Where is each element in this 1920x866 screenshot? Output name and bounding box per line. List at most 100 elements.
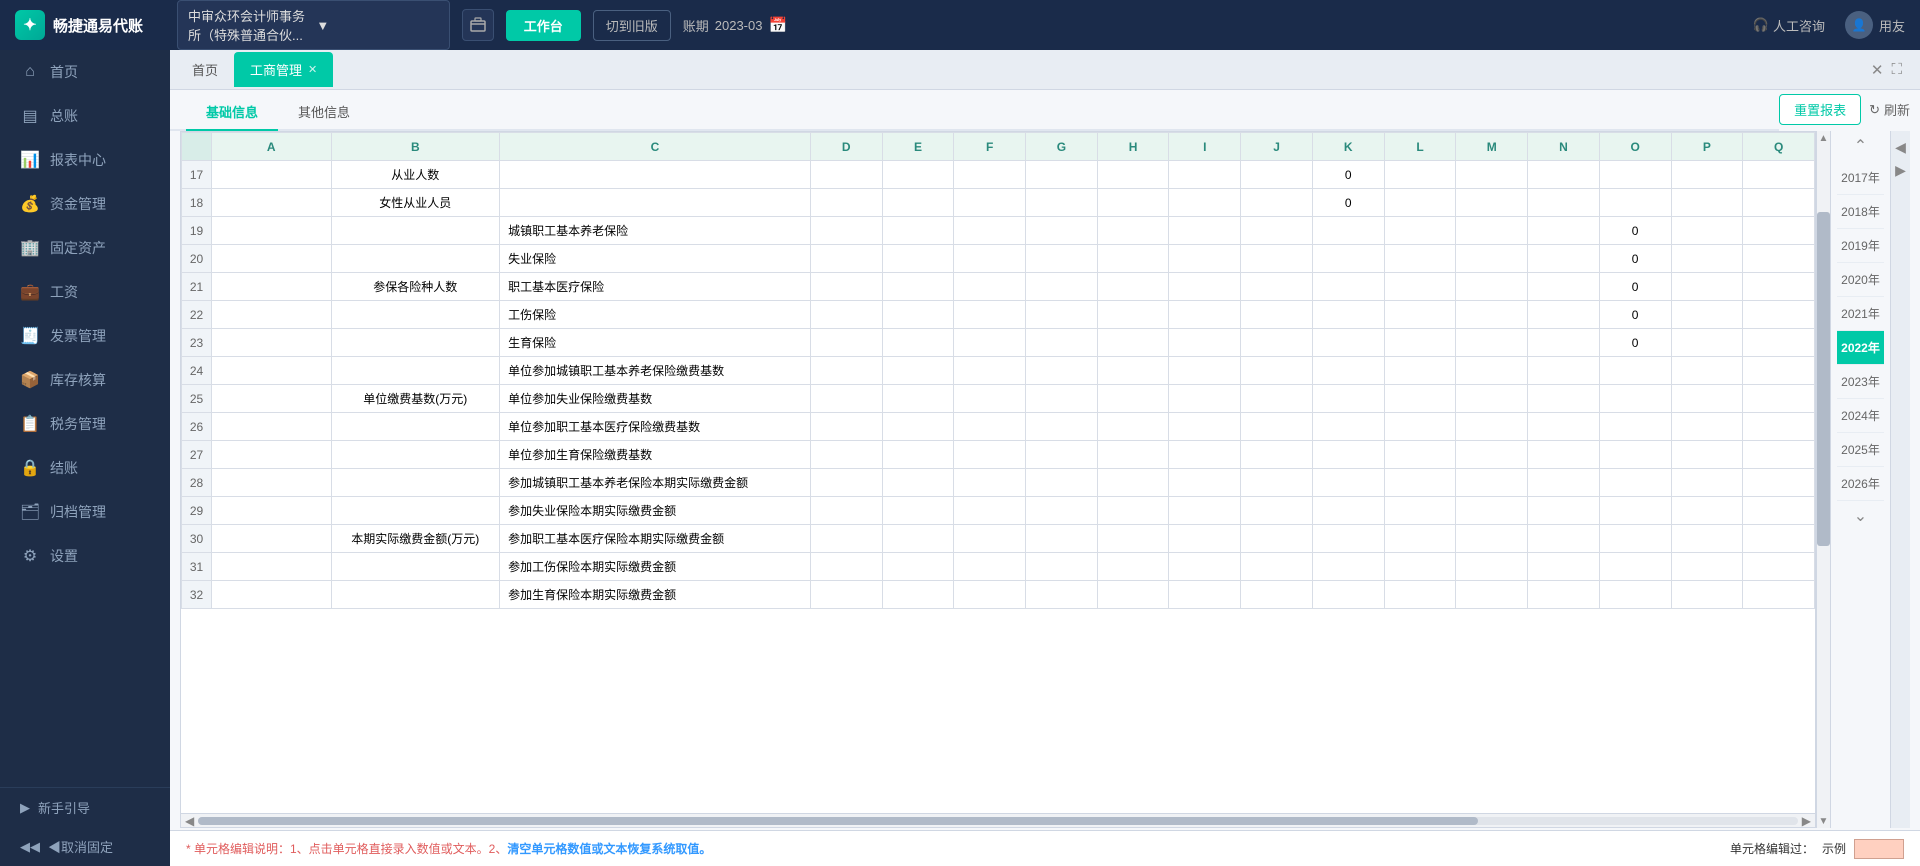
cell-b-20[interactable] bbox=[331, 245, 500, 273]
cell-b-26[interactable] bbox=[331, 413, 500, 441]
cell-a-17[interactable] bbox=[212, 161, 332, 189]
cell-b-18[interactable]: 女性从业人员 bbox=[331, 189, 500, 217]
cell-b-28[interactable] bbox=[331, 469, 500, 497]
sidebar-item-finance[interactable]: 💰 资金管理 bbox=[0, 182, 170, 226]
year-item-2020年[interactable]: 2020年 bbox=[1837, 263, 1884, 297]
cell-o-21[interactable]: 0 bbox=[1599, 273, 1671, 301]
cell-q-27[interactable] bbox=[1743, 441, 1815, 469]
cell-b-32[interactable] bbox=[331, 581, 500, 609]
reset-button[interactable]: 重置报表 bbox=[1779, 94, 1861, 125]
cell-a-22[interactable] bbox=[212, 301, 332, 329]
cell-empty-23-0[interactable] bbox=[810, 329, 882, 357]
cell-c-23[interactable]: 生育保险 bbox=[500, 329, 811, 357]
cell-m-25[interactable] bbox=[1456, 385, 1528, 413]
cell-a-28[interactable] bbox=[212, 469, 332, 497]
year-item-2022年[interactable]: 2022年 bbox=[1837, 331, 1884, 365]
cell-n-28[interactable] bbox=[1528, 469, 1600, 497]
cell-empty-20-3[interactable] bbox=[1026, 245, 1098, 273]
cell-empty-26-1[interactable] bbox=[882, 413, 954, 441]
cell-o-18[interactable] bbox=[1599, 189, 1671, 217]
cell-empty-22-1[interactable] bbox=[882, 301, 954, 329]
cell-q-26[interactable] bbox=[1743, 413, 1815, 441]
cell-empty-31-3[interactable] bbox=[1026, 553, 1098, 581]
cell-empty-27-6[interactable] bbox=[1241, 441, 1313, 469]
cell-l-31[interactable] bbox=[1384, 553, 1456, 581]
cell-c-31[interactable]: 参加工伤保险本期实际缴费金额 bbox=[500, 553, 811, 581]
cell-n-32[interactable] bbox=[1528, 581, 1600, 609]
cell-k-31[interactable] bbox=[1312, 553, 1384, 581]
cell-empty-28-5[interactable] bbox=[1169, 469, 1241, 497]
cell-n-31[interactable] bbox=[1528, 553, 1600, 581]
window-expand-button[interactable]: ⛶ bbox=[1891, 61, 1902, 79]
cell-k-20[interactable] bbox=[1312, 245, 1384, 273]
tab-business[interactable]: 工商管理 ✕ bbox=[234, 52, 333, 87]
sidebar-item-reports[interactable]: 📊 报表中心 bbox=[0, 138, 170, 182]
cell-empty-21-0[interactable] bbox=[810, 273, 882, 301]
cell-n-22[interactable] bbox=[1528, 301, 1600, 329]
cell-empty-19-3[interactable] bbox=[1026, 217, 1098, 245]
cell-empty-31-0[interactable] bbox=[810, 553, 882, 581]
cell-q-29[interactable] bbox=[1743, 497, 1815, 525]
cell-empty-21-2[interactable] bbox=[954, 273, 1026, 301]
cell-k-30[interactable] bbox=[1312, 525, 1384, 553]
cell-empty-17-3[interactable] bbox=[1026, 161, 1098, 189]
cell-m-30[interactable] bbox=[1456, 525, 1528, 553]
cell-o-20[interactable]: 0 bbox=[1599, 245, 1671, 273]
cell-empty-22-2[interactable] bbox=[954, 301, 1026, 329]
cell-m-23[interactable] bbox=[1456, 329, 1528, 357]
cell-c-19[interactable]: 城镇职工基本养老保险 bbox=[500, 217, 811, 245]
cell-a-18[interactable] bbox=[212, 189, 332, 217]
cell-l-27[interactable] bbox=[1384, 441, 1456, 469]
cell-empty-24-2[interactable] bbox=[954, 357, 1026, 385]
cell-c-28[interactable]: 参加城镇职工基本养老保险本期实际缴费金额 bbox=[500, 469, 811, 497]
cell-q-23[interactable] bbox=[1743, 329, 1815, 357]
cell-n-20[interactable] bbox=[1528, 245, 1600, 273]
cell-m-28[interactable] bbox=[1456, 469, 1528, 497]
cell-l-17[interactable] bbox=[1384, 161, 1456, 189]
cell-k-22[interactable] bbox=[1312, 301, 1384, 329]
cell-l-28[interactable] bbox=[1384, 469, 1456, 497]
cell-k-18[interactable]: 0 bbox=[1312, 189, 1384, 217]
cell-empty-26-3[interactable] bbox=[1026, 413, 1098, 441]
year-item-2017年[interactable]: 2017年 bbox=[1837, 161, 1884, 195]
cell-empty-18-5[interactable] bbox=[1169, 189, 1241, 217]
cell-p-32[interactable] bbox=[1671, 581, 1743, 609]
cell-empty-30-5[interactable] bbox=[1169, 525, 1241, 553]
cell-empty-20-6[interactable] bbox=[1241, 245, 1313, 273]
cell-empty-20-0[interactable] bbox=[810, 245, 882, 273]
cell-q-22[interactable] bbox=[1743, 301, 1815, 329]
cell-empty-26-2[interactable] bbox=[954, 413, 1026, 441]
consult-button[interactable]: 🎧 人工咨询 bbox=[1753, 16, 1825, 35]
cell-empty-26-0[interactable] bbox=[810, 413, 882, 441]
cell-o-25[interactable] bbox=[1599, 385, 1671, 413]
year-item-2019年[interactable]: 2019年 bbox=[1837, 229, 1884, 263]
cell-l-30[interactable] bbox=[1384, 525, 1456, 553]
cell-a-30[interactable] bbox=[212, 525, 332, 553]
cell-n-24[interactable] bbox=[1528, 357, 1600, 385]
cell-empty-17-4[interactable] bbox=[1097, 161, 1169, 189]
cell-p-21[interactable] bbox=[1671, 273, 1743, 301]
cell-l-22[interactable] bbox=[1384, 301, 1456, 329]
cell-c-20[interactable]: 失业保险 bbox=[500, 245, 811, 273]
cell-empty-32-1[interactable] bbox=[882, 581, 954, 609]
sidebar-item-home[interactable]: ⌂ 首页 bbox=[0, 50, 170, 94]
cell-empty-31-5[interactable] bbox=[1169, 553, 1241, 581]
old-version-button[interactable]: 切到旧版 bbox=[593, 10, 671, 41]
cell-p-28[interactable] bbox=[1671, 469, 1743, 497]
cell-b-30[interactable]: 本期实际缴费金额(万元) bbox=[331, 525, 500, 553]
cell-m-31[interactable] bbox=[1456, 553, 1528, 581]
cell-n-29[interactable] bbox=[1528, 497, 1600, 525]
v-scroll-down[interactable]: ▼ bbox=[1817, 814, 1830, 828]
cell-empty-30-1[interactable] bbox=[882, 525, 954, 553]
cell-empty-18-2[interactable] bbox=[954, 189, 1026, 217]
cell-empty-21-6[interactable] bbox=[1241, 273, 1313, 301]
cell-empty-23-6[interactable] bbox=[1241, 329, 1313, 357]
cell-k-26[interactable] bbox=[1312, 413, 1384, 441]
cell-empty-27-1[interactable] bbox=[882, 441, 954, 469]
cell-empty-31-6[interactable] bbox=[1241, 553, 1313, 581]
cell-empty-22-0[interactable] bbox=[810, 301, 882, 329]
cell-m-29[interactable] bbox=[1456, 497, 1528, 525]
cell-k-28[interactable] bbox=[1312, 469, 1384, 497]
cell-k-32[interactable] bbox=[1312, 581, 1384, 609]
cell-b-29[interactable] bbox=[331, 497, 500, 525]
